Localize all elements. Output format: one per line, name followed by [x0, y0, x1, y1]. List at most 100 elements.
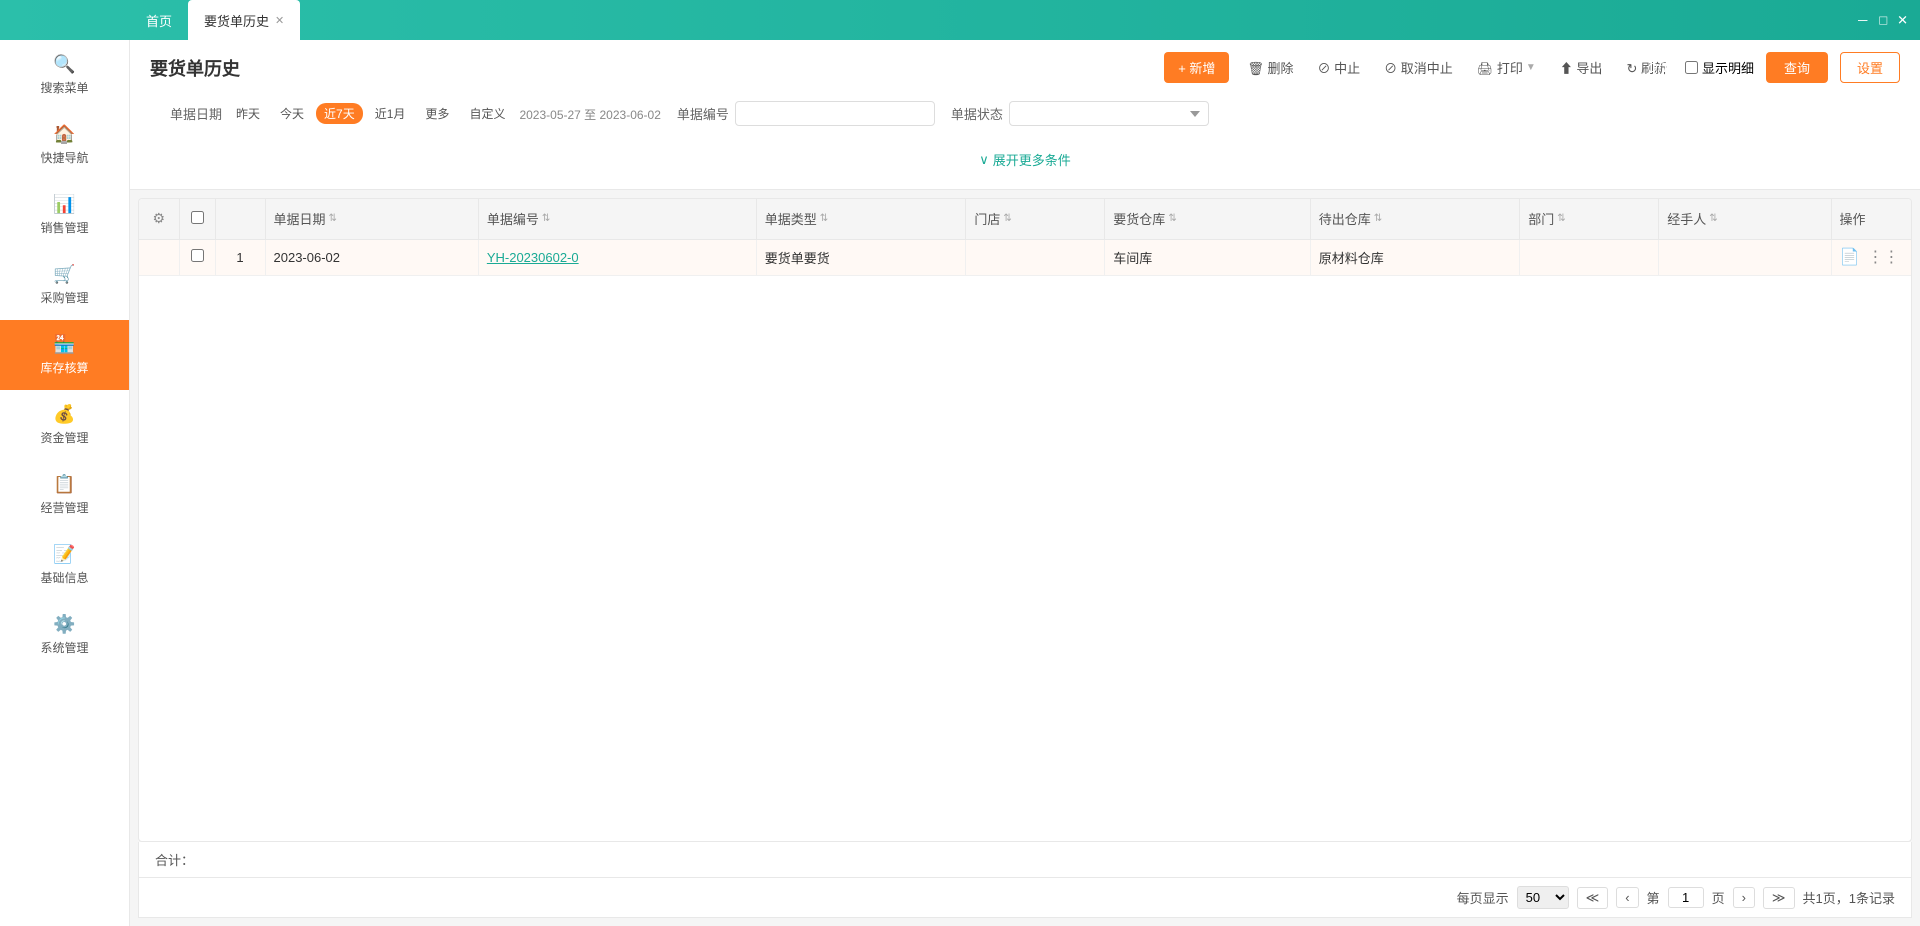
sidebar-item-label: 基础信息: [40, 569, 88, 586]
th-wait-warehouse: 待出仓库 ⇅: [1310, 199, 1520, 239]
sidebar-item-operations[interactable]: 📋 经营管理: [0, 460, 129, 530]
total-info: 共1页，1条记录: [1803, 888, 1895, 907]
tab-close-icon[interactable]: ✕: [275, 14, 284, 27]
new-button[interactable]: + 新增: [1164, 52, 1229, 83]
more-icon[interactable]: ⋮⋮: [1867, 247, 1899, 267]
show-detail-toggle[interactable]: 显示明细: [1685, 58, 1754, 77]
sidebar-item-system[interactable]: ⚙️ 系统管理: [0, 600, 129, 670]
th-bill-type: 单据类型 ⇅: [756, 199, 966, 239]
bill-no-input[interactable]: [735, 101, 935, 126]
query-button[interactable]: 查询: [1766, 52, 1828, 83]
date-btn-yesterday[interactable]: 昨天: [228, 103, 268, 124]
sidebar-item-basic[interactable]: 📝 基础信息: [0, 530, 129, 600]
table-settings-icon[interactable]: ⚙: [152, 210, 165, 226]
sort-icon-bill-no[interactable]: ⇅: [542, 213, 550, 224]
page-title: 要货单历史: [150, 55, 240, 81]
data-table: ⚙ 单据日期 ⇅: [139, 199, 1911, 276]
show-detail-checkbox[interactable]: [1685, 61, 1698, 74]
cell-department: [1520, 239, 1659, 275]
sidebar-item-label: 系统管理: [40, 639, 88, 656]
inventory-icon: 🏪: [53, 334, 75, 355]
maximize-btn[interactable]: □: [1879, 13, 1887, 28]
footer-summary: 合计：: [138, 842, 1912, 878]
expand-more-button[interactable]: ∨ 展开更多条件: [979, 146, 1071, 173]
page-title-row: 要货单历史 + 新增 🗑 删除 ⊘ 中止 ⊘ 取消中止 🖨: [150, 52, 1900, 83]
close-btn[interactable]: ✕: [1897, 12, 1908, 28]
th-store: 门店 ⇅: [966, 199, 1105, 239]
date-btn-1month[interactable]: 近1月: [367, 103, 414, 124]
date-btn-more[interactable]: 更多: [417, 103, 457, 124]
sidebar-item-inventory[interactable]: 🏪 库存核算: [0, 320, 129, 390]
cancel-stop-button[interactable]: ⊘ 取消中止: [1378, 54, 1459, 81]
sort-icon-bill-type[interactable]: ⇅: [820, 213, 828, 224]
sort-icon-date[interactable]: ⇅: [329, 213, 337, 224]
sort-icon-department[interactable]: ⇅: [1557, 213, 1565, 224]
date-btn-7days[interactable]: 近7天: [316, 103, 363, 124]
cell-req-warehouse: 车间库: [1105, 239, 1310, 275]
finance-icon: 💰: [53, 404, 75, 425]
filter-expand-row: ∨ 展开更多条件: [170, 142, 1880, 179]
tab-history[interactable]: 要货单历史 ✕: [188, 0, 300, 40]
sort-icon-store[interactable]: ⇅: [1003, 213, 1011, 224]
export-button[interactable]: ⬆ 导出: [1554, 54, 1609, 81]
per-page-select[interactable]: 10 20 50 100: [1517, 886, 1569, 909]
basic-icon: 📝: [53, 544, 75, 565]
sidebar-item-purchase[interactable]: 🛒 采购管理: [0, 250, 129, 320]
tab-home[interactable]: 首页: [130, 0, 188, 40]
window-controls: － □ ✕: [1856, 11, 1908, 30]
cell-date: 2023-06-02: [265, 239, 478, 275]
cell-wait-warehouse: 原材料仓库: [1310, 239, 1520, 275]
sidebar-item-label: 销售管理: [40, 219, 88, 236]
status-select[interactable]: [1009, 101, 1209, 126]
sidebar-item-finance[interactable]: 💰 资金管理: [0, 390, 129, 460]
search-icon: 🔍: [53, 54, 75, 75]
prev-page-btn[interactable]: ‹: [1616, 887, 1638, 908]
print-button[interactable]: 🖨 打印 ▼: [1471, 54, 1542, 81]
status-filter-group: 单据状态: [951, 101, 1209, 126]
sidebar-item-label: 搜索菜单: [40, 79, 88, 96]
sidebar-item-label: 采购管理: [40, 289, 88, 306]
select-all-checkbox[interactable]: [191, 211, 204, 224]
date-filter-label: 单据日期: [170, 104, 222, 123]
table-row: 1 2023-06-02 YH-20230602-0 要货单要货 车间库 原材料…: [139, 239, 1911, 275]
delete-button[interactable]: 🗑 删除: [1241, 54, 1299, 81]
th-num: [215, 199, 265, 239]
sidebar-item-quick-nav[interactable]: 🏠 快捷导航: [0, 110, 129, 180]
sort-icon-handler[interactable]: ⇅: [1709, 213, 1717, 224]
th-handler: 经手人 ⇅: [1659, 199, 1831, 239]
home-icon: 🏠: [53, 124, 75, 145]
last-page-btn[interactable]: ≫: [1763, 887, 1795, 909]
cell-settings: [139, 239, 179, 275]
next-page-btn[interactable]: ›: [1733, 887, 1755, 908]
sidebar-item-search-menu[interactable]: 🔍 搜索菜单: [0, 40, 129, 110]
summary-label: 合计：: [155, 853, 194, 868]
cell-bill-no: YH-20230602-0: [478, 239, 756, 275]
table-body: 1 2023-06-02 YH-20230602-0 要货单要货 车间库 原材料…: [139, 239, 1911, 275]
page-number-input[interactable]: [1668, 887, 1704, 908]
cell-check: [179, 239, 215, 275]
first-page-btn[interactable]: ≪: [1577, 887, 1609, 909]
row-checkbox[interactable]: [191, 249, 204, 262]
bill-no-label: 单据编号: [677, 104, 729, 123]
minimize-btn[interactable]: －: [1856, 11, 1869, 30]
sidebar-item-label: 经营管理: [40, 499, 88, 516]
date-btn-custom[interactable]: 自定义: [461, 103, 513, 124]
stop-button[interactable]: ⊘ 中止: [1312, 54, 1367, 81]
date-btn-today[interactable]: 今天: [272, 103, 312, 124]
often-mark: OfTEn: [1647, 60, 1685, 75]
main-layout: 🔍 搜索菜单 🏠 快捷导航 📊 销售管理 🛒 采购管理 🏪 库存核算 💰 资金管…: [0, 40, 1920, 926]
cell-handler: [1659, 239, 1831, 275]
page-suffix: 页: [1712, 888, 1725, 907]
sort-icon-req-warehouse[interactable]: ⇅: [1168, 213, 1176, 224]
sidebar-item-sales[interactable]: 📊 销售管理: [0, 180, 129, 250]
sort-icon-wait-warehouse[interactable]: ⇅: [1374, 213, 1382, 224]
edit-icon[interactable]: 📄: [1840, 247, 1860, 267]
bill-no-link[interactable]: YH-20230602-0: [487, 250, 579, 265]
filter-bar: 单据日期 昨天 今天 近7天 近1月 更多 自定义 2023-05-27 至 2…: [150, 91, 1900, 189]
th-department: 部门 ⇅: [1520, 199, 1659, 239]
th-check: [179, 199, 215, 239]
print-dropdown-icon[interactable]: ▼: [1526, 62, 1536, 73]
th-req-warehouse: 要货仓库 ⇅: [1105, 199, 1310, 239]
table-header-row: ⚙ 单据日期 ⇅: [139, 199, 1911, 239]
settings-button[interactable]: 设置: [1840, 52, 1900, 83]
